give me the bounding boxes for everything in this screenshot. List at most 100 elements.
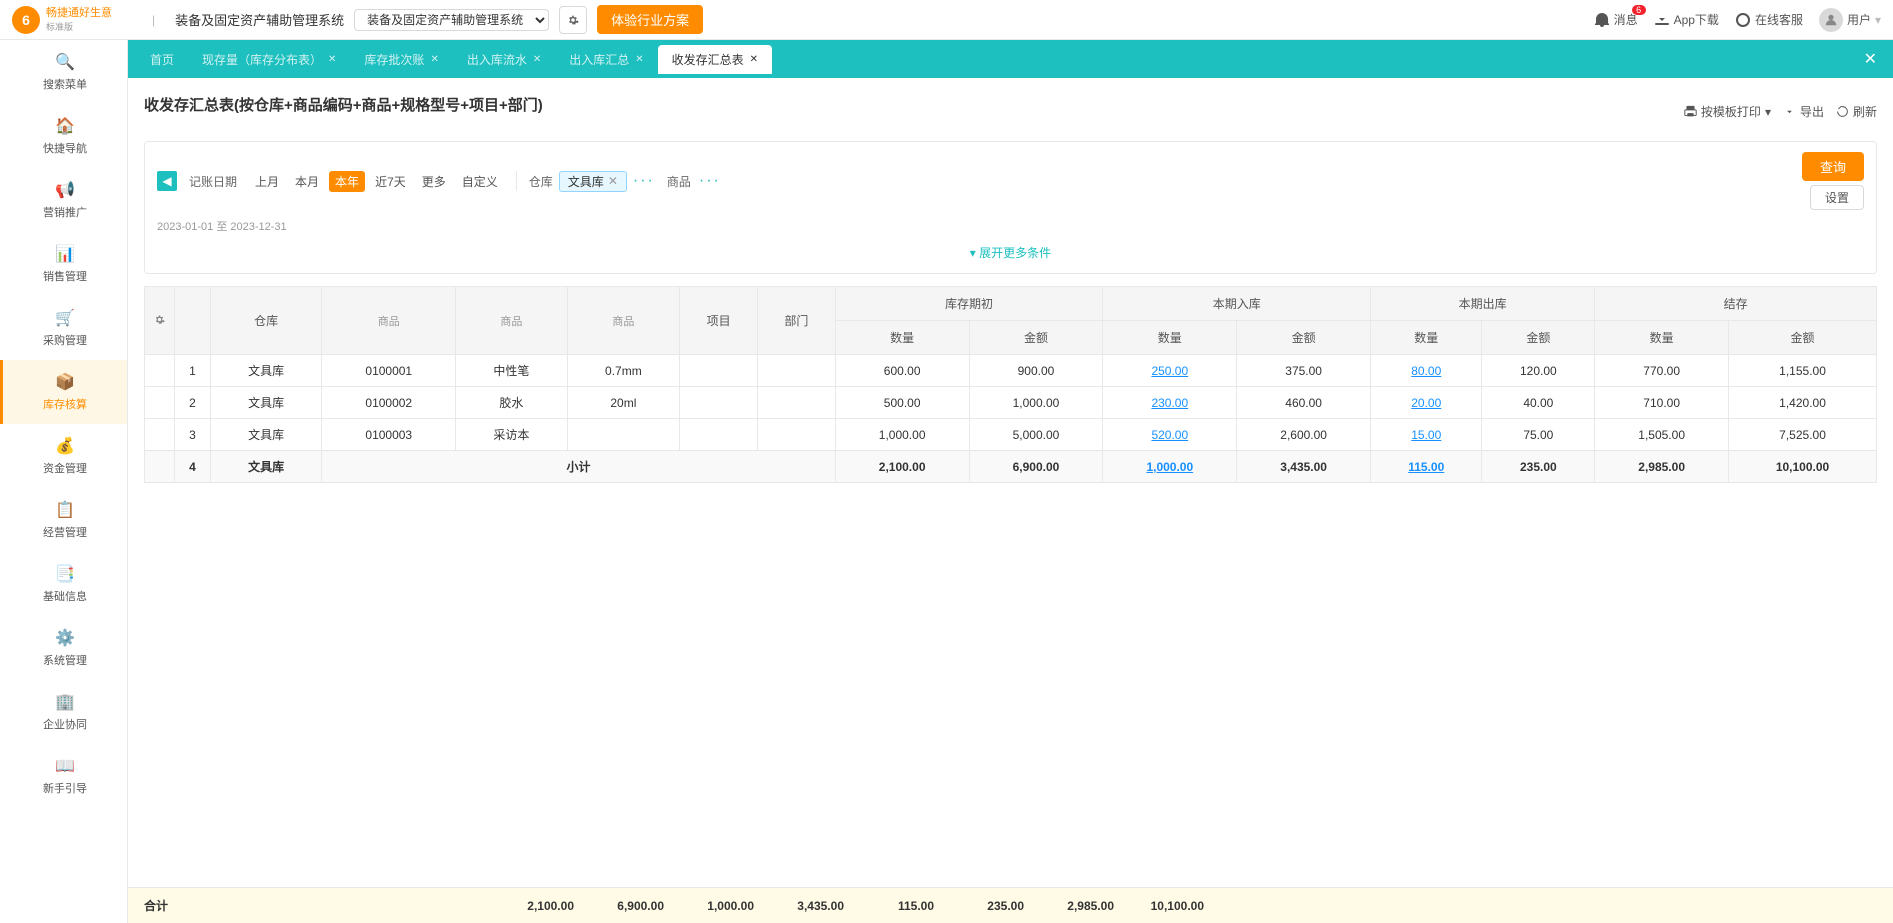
messages-btn[interactable]: 消息 6 xyxy=(1594,11,1638,28)
date-btn-this-year[interactable]: 本年 xyxy=(329,171,365,192)
online-service-btn[interactable]: 在线客服 xyxy=(1735,11,1803,28)
tab-bar-close-all[interactable]: ✕ xyxy=(1856,45,1885,73)
tab-close-batch-account[interactable]: ✕ xyxy=(430,54,438,65)
footer-closing-amt: 10,100.00 xyxy=(1114,899,1204,913)
marketing-icon: 📢 xyxy=(55,180,75,200)
tab-inout-flow[interactable]: 出入库流水 ✕ xyxy=(453,45,555,74)
export-btn[interactable]: 导出 xyxy=(1783,103,1824,120)
th-group-opening: 库存期初 xyxy=(835,287,1103,321)
date-btn-7days[interactable]: 近7天 xyxy=(369,171,412,192)
th-spec: 商品 xyxy=(567,287,680,355)
th-settings xyxy=(145,287,175,355)
logo-icon: 6 xyxy=(12,6,40,34)
tab-inventory-dist[interactable]: 现存量（库存分布表） ✕ xyxy=(188,45,350,74)
tab-bar: 首页 现存量（库存分布表） ✕ 库存批次账 ✕ 出入库流水 ✕ 出入库汇总 ✕ xyxy=(128,40,1893,78)
query-button[interactable]: 查询 xyxy=(1802,152,1864,181)
footer-out-qty: 115.00 xyxy=(844,899,934,913)
settings-button[interactable]: 设置 xyxy=(1810,185,1864,210)
sidebar-item-sales[interactable]: 📊 销售管理 xyxy=(0,232,127,296)
footer-total-bar: 合计 2,100.00 6,900.00 1,000.00 3,435.00 1… xyxy=(128,887,1893,923)
tab-close-recv-send-summary[interactable]: ✕ xyxy=(750,54,758,65)
print-btn[interactable]: 按模板打印 ▾ xyxy=(1684,103,1771,120)
system-icon: ⚙️ xyxy=(55,628,75,648)
date-btn-custom[interactable]: 自定义 xyxy=(456,171,504,192)
tab-close-inventory-dist[interactable]: ✕ xyxy=(328,54,336,65)
th-project: 项目 xyxy=(680,287,758,355)
system-title: 装备及固定资产辅助管理系统 xyxy=(175,10,344,29)
date-label: 记账日期 xyxy=(189,173,237,190)
home-icon: 🏠 xyxy=(55,116,75,136)
user-btn[interactable]: 用户 ▾ xyxy=(1819,8,1881,32)
sidebar-item-operations[interactable]: 📋 经营管理 xyxy=(0,488,127,552)
tab-home[interactable]: 首页 xyxy=(136,45,188,74)
expand-more-btn[interactable]: ▾ 展开更多条件 xyxy=(962,242,1059,263)
operations-icon: 📋 xyxy=(55,500,75,520)
th-closing-qty: 数量 xyxy=(1595,321,1729,355)
th-code: 商品 xyxy=(322,287,456,355)
data-table: 仓库 商品 商品 商品 项目 部门 库存期初 本期入库 本期出库 结存 xyxy=(144,286,1877,483)
logo: 6 畅捷通好生意 标准版 xyxy=(12,6,140,34)
footer-out-amt: 235.00 xyxy=(934,899,1024,913)
th-num xyxy=(175,287,211,355)
goods-more[interactable]: ··· xyxy=(699,172,721,190)
warehouse-tag-close[interactable]: ✕ xyxy=(608,174,618,188)
inventory-icon: 📦 xyxy=(55,372,75,392)
filter-collapse-btn[interactable]: ◀ xyxy=(157,171,177,191)
guide-icon: 📖 xyxy=(55,756,75,776)
sidebar-item-inventory[interactable]: 📦 库存核算 xyxy=(0,360,127,424)
finance-icon: 💰 xyxy=(55,436,75,456)
sidebar: 🔍 搜索菜单 🏠 快捷导航 📢 营销推广 📊 销售管理 🛒 采购管理 📦 xyxy=(0,40,128,923)
th-warehouse: 仓库 xyxy=(211,287,322,355)
th-group-in: 本期入库 xyxy=(1103,287,1371,321)
warehouse-label: 仓库 xyxy=(529,173,553,190)
logo-sub: 标准版 xyxy=(46,20,112,33)
date-btn-this-month[interactable]: 本月 xyxy=(289,171,325,192)
refresh-btn[interactable]: 刷新 xyxy=(1836,103,1877,120)
sidebar-item-guide[interactable]: 📖 新手引导 xyxy=(0,744,127,808)
basic-info-icon: 📑 xyxy=(55,564,75,584)
messages-badge: 6 xyxy=(1632,5,1646,15)
footer-opening-qty: 2,100.00 xyxy=(484,899,574,913)
sidebar-item-quick-nav[interactable]: 🏠 快捷导航 xyxy=(0,104,127,168)
tab-close-inout-summary[interactable]: ✕ xyxy=(635,54,643,65)
th-out-qty: 数量 xyxy=(1371,321,1482,355)
th-closing-amt: 金额 xyxy=(1729,321,1877,355)
sidebar-item-marketing[interactable]: 📢 营销推广 xyxy=(0,168,127,232)
footer-in-qty: 1,000.00 xyxy=(664,899,754,913)
footer-in-amt: 3,435.00 xyxy=(754,899,844,913)
purchase-icon: 🛒 xyxy=(55,308,75,328)
sidebar-item-basic-info[interactable]: 📑 基础信息 xyxy=(0,552,127,616)
tab-inout-summary[interactable]: 出入库汇总 ✕ xyxy=(555,45,657,74)
sidebar-item-system[interactable]: ⚙️ 系统管理 xyxy=(0,616,127,680)
warehouse-more[interactable]: ··· xyxy=(633,172,655,190)
sidebar-item-purchase[interactable]: 🛒 采购管理 xyxy=(0,296,127,360)
tab-close-inout-flow[interactable]: ✕ xyxy=(533,54,541,65)
app-download-btn[interactable]: App下载 xyxy=(1654,11,1719,28)
user-avatar xyxy=(1819,8,1843,32)
logo-text: 畅捷通好生意 xyxy=(46,6,112,20)
footer-opening-amt: 6,900.00 xyxy=(574,899,664,913)
sidebar-item-search[interactable]: 🔍 搜索菜单 xyxy=(0,40,127,104)
enterprise-icon: 🏢 xyxy=(55,692,75,712)
goods-label: 商品 xyxy=(667,173,691,190)
filter-goods: 商品 ··· xyxy=(667,172,721,190)
tab-recv-send-summary[interactable]: 收发存汇总表 ✕ xyxy=(658,45,772,74)
date-btn-more[interactable]: 更多 xyxy=(416,171,452,192)
page-content: 收发存汇总表(按仓库+商品编码+商品+规格型号+项目+部门) 按模板打印 ▾ 导… xyxy=(128,78,1893,923)
system-select[interactable]: 装备及固定资产辅助管理系统 xyxy=(354,9,549,31)
top-bar-right: 消息 6 App下载 在线客服 用户 ▾ xyxy=(1594,8,1881,32)
tab-batch-account[interactable]: 库存批次账 ✕ xyxy=(350,45,452,74)
sidebar-item-finance[interactable]: 💰 资金管理 xyxy=(0,424,127,488)
footer-closing-qty: 2,985.00 xyxy=(1024,899,1114,913)
trial-button[interactable]: 体验行业方案 xyxy=(597,5,703,34)
footer-label: 合计 xyxy=(144,897,484,914)
settings-icon-btn[interactable] xyxy=(559,6,587,34)
filter-date-btns: 上月 本月 本年 近7天 更多 自定义 xyxy=(249,171,504,192)
date-btn-last-month[interactable]: 上月 xyxy=(249,171,285,192)
th-group-closing: 结存 xyxy=(1595,287,1877,321)
sidebar-item-enterprise[interactable]: 🏢 企业协同 xyxy=(0,680,127,744)
page-title: 收发存汇总表(按仓库+商品编码+商品+规格型号+项目+部门) xyxy=(144,94,543,115)
filter-area: ◀ 记账日期 上月 本月 本年 近7天 更多 自定义 仓库 xyxy=(144,141,1877,274)
table-row: 2 文具库 0100002 胶水 20ml 500.00 1,000.00 23… xyxy=(145,387,1877,419)
table-row: 3 文具库 0100003 采访本 1,000.00 5,000.00 520.… xyxy=(145,419,1877,451)
